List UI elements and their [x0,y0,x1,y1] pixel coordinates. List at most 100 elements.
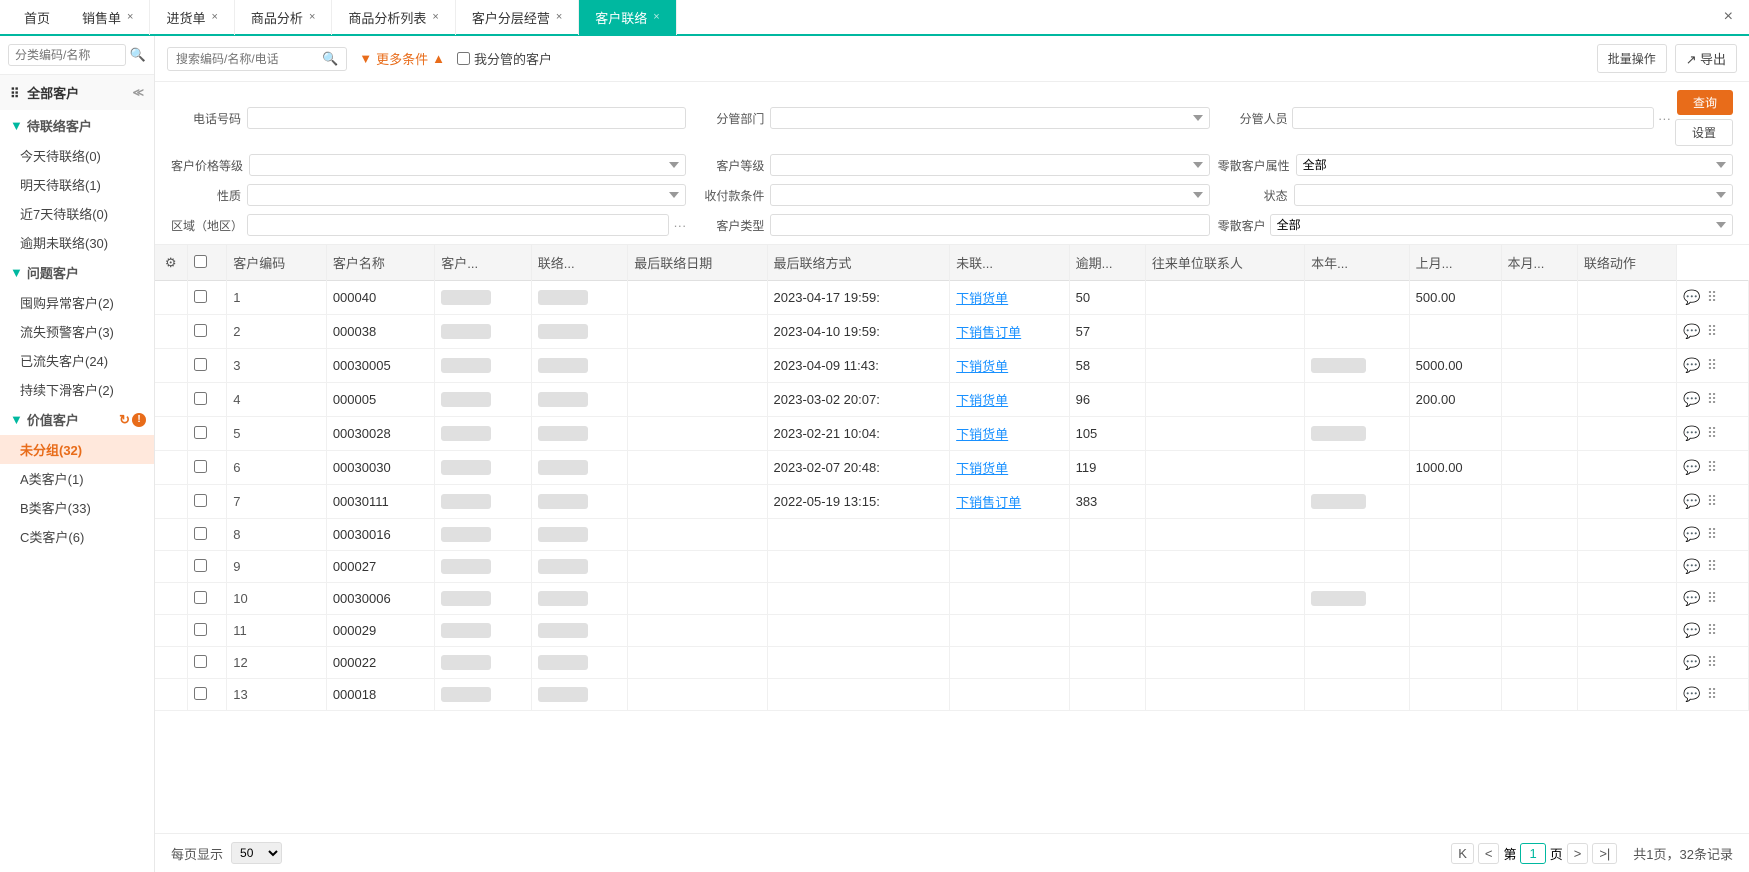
action-more-icon[interactable]: ⠿ [1707,686,1717,703]
last-method-link[interactable]: 下销货单 [956,393,1008,408]
sidebar-item-declining[interactable]: 持续下滑客户(2) [0,375,154,404]
filter-nature-select[interactable] [247,184,686,206]
filter-payment-select[interactable] [770,184,1209,206]
action-more-icon[interactable]: ⠿ [1707,526,1717,543]
tab-customer-contact[interactable]: 客户联络 × [579,0,676,35]
action-more-icon[interactable]: ⠿ [1707,289,1717,306]
filter-status-select[interactable] [1294,184,1733,206]
row-checkbox[interactable] [194,623,207,636]
pagination-last-btn[interactable]: >| [1592,843,1617,864]
sidebar-item-overdue[interactable]: 逾期未联络(30) [0,228,154,257]
export-button[interactable]: ↗ 导出 [1675,44,1737,73]
last-method-link[interactable]: 下销售订单 [956,325,1021,340]
filter-dept-select[interactable] [770,107,1209,129]
pagination-per-page-select[interactable]: 50 100 200 [231,842,282,864]
row-checkbox[interactable] [194,559,207,572]
row-checkbox[interactable] [194,324,207,337]
sidebar-group-pending[interactable]: ▼ 待联络客户 [0,110,154,141]
last-method-link[interactable]: 下销货单 [956,427,1008,442]
action-contact-icon[interactable]: 💬 [1683,425,1700,442]
tab-product-analysis-list[interactable]: 商品分析列表 × [332,0,455,35]
last-method-link[interactable]: 下销货单 [956,359,1008,374]
last-method-link[interactable]: 下销货单 [956,461,1008,476]
action-contact-icon[interactable]: 💬 [1683,289,1700,306]
action-contact-icon[interactable]: 💬 [1683,622,1700,639]
filter-manager-dots[interactable]: ··· [1658,111,1671,126]
filter-region-input[interactable] [247,214,669,236]
tab-sales-order[interactable]: 销售单 × [66,0,150,35]
select-all-checkbox[interactable] [194,255,207,268]
action-more-icon[interactable]: ⠿ [1707,357,1717,374]
action-contact-icon[interactable]: 💬 [1683,686,1700,703]
action-contact-icon[interactable]: 💬 [1683,357,1700,374]
action-more-icon[interactable]: ⠿ [1707,590,1717,607]
sidebar-item-a-class[interactable]: A类客户(1) [0,464,154,493]
tab-product-analysis[interactable]: 商品分析 × [235,0,332,35]
filter-region-dots[interactable]: ··· [673,218,686,233]
row-checkbox[interactable] [194,655,207,668]
action-more-icon[interactable]: ⠿ [1707,493,1717,510]
batch-operations-button[interactable]: 批量操作 [1597,44,1667,73]
last-method-link[interactable]: 下销货单 [956,291,1008,306]
action-contact-icon[interactable]: 💬 [1683,391,1700,408]
reset-button[interactable]: 设置 [1675,119,1733,146]
sidebar-search-input[interactable] [8,44,126,66]
action-contact-icon[interactable]: 💬 [1683,526,1700,543]
sidebar-item-abnormal[interactable]: 囤购异常客户(2) [0,288,154,317]
filter-more-conditions[interactable]: ▼ 更多条件 ▲ [359,49,445,68]
query-button[interactable]: 查询 [1677,90,1733,115]
pagination-first-btn[interactable]: K [1451,843,1474,864]
filter-search-input[interactable] [176,52,316,66]
sidebar-item-tomorrow[interactable]: 明天待联络(1) [0,170,154,199]
row-checkbox[interactable] [194,358,207,371]
filter-my-customers-checkbox[interactable] [457,52,470,65]
tab-home[interactable]: 首页 [8,0,66,35]
sidebar-item-today[interactable]: 今天待联络(0) [0,141,154,170]
action-contact-icon[interactable]: 💬 [1683,558,1700,575]
filter-search-icon[interactable]: 🔍 [322,51,338,67]
pagination-prev-btn[interactable]: < [1478,843,1500,864]
sidebar-item-churned[interactable]: 已流失客户(24) [0,346,154,375]
row-checkbox[interactable] [194,460,207,473]
tab-sales-order-close[interactable]: × [127,11,133,23]
sidebar-item-b-class[interactable]: B类客户(33) [0,493,154,522]
sidebar-all-customers[interactable]: ⠿ 全部客户 ≪ [0,75,154,110]
tab-product-analysis-list-close[interactable]: × [432,11,438,23]
action-more-icon[interactable]: ⠿ [1707,654,1717,671]
row-checkbox[interactable] [194,687,207,700]
filter-phone-input[interactable] [247,107,686,129]
action-more-icon[interactable]: ⠿ [1707,622,1717,639]
action-contact-icon[interactable]: 💬 [1683,459,1700,476]
filter-zero-customer-select[interactable]: 全部 [1270,214,1733,236]
row-checkbox[interactable] [194,591,207,604]
row-checkbox[interactable] [194,392,207,405]
filter-zero-attr-select[interactable]: 全部 [1296,154,1733,176]
row-checkbox[interactable] [194,494,207,507]
tab-customer-contact-close[interactable]: × [653,11,659,23]
action-more-icon[interactable]: ⠿ [1707,323,1717,340]
tab-purchase-order-close[interactable]: × [211,11,217,23]
tab-product-analysis-close[interactable]: × [309,11,315,23]
pagination-next-btn[interactable]: > [1567,843,1589,864]
action-more-icon[interactable]: ⠿ [1707,459,1717,476]
row-checkbox[interactable] [194,290,207,303]
filter-manager-input[interactable] [1292,107,1654,129]
action-contact-icon[interactable]: 💬 [1683,590,1700,607]
filter-my-customers[interactable]: 我分管的客户 [457,49,552,68]
filter-customer-type-input[interactable] [770,214,1209,236]
row-checkbox[interactable] [194,527,207,540]
sidebar-refresh-icon[interactable]: ↻ [119,412,130,428]
action-more-icon[interactable]: ⠿ [1707,425,1717,442]
action-contact-icon[interactable]: 💬 [1683,493,1700,510]
filter-customer-level-select[interactable] [770,154,1209,176]
sidebar-item-ungrouped[interactable]: 未分组(32) [0,435,154,464]
action-contact-icon[interactable]: 💬 [1683,323,1700,340]
sidebar-group-value[interactable]: ▼ 价值客户 ↻ ! [0,404,154,435]
sidebar-item-churn-warning[interactable]: 流失预警客户(3) [0,317,154,346]
action-more-icon[interactable]: ⠿ [1707,391,1717,408]
last-method-link[interactable]: 下销售订单 [956,495,1021,510]
action-more-icon[interactable]: ⠿ [1707,558,1717,575]
tab-customer-segment[interactable]: 客户分层经营 × [456,0,579,35]
filter-price-level-select[interactable] [249,154,686,176]
tab-purchase-order[interactable]: 进货单 × [150,0,234,35]
